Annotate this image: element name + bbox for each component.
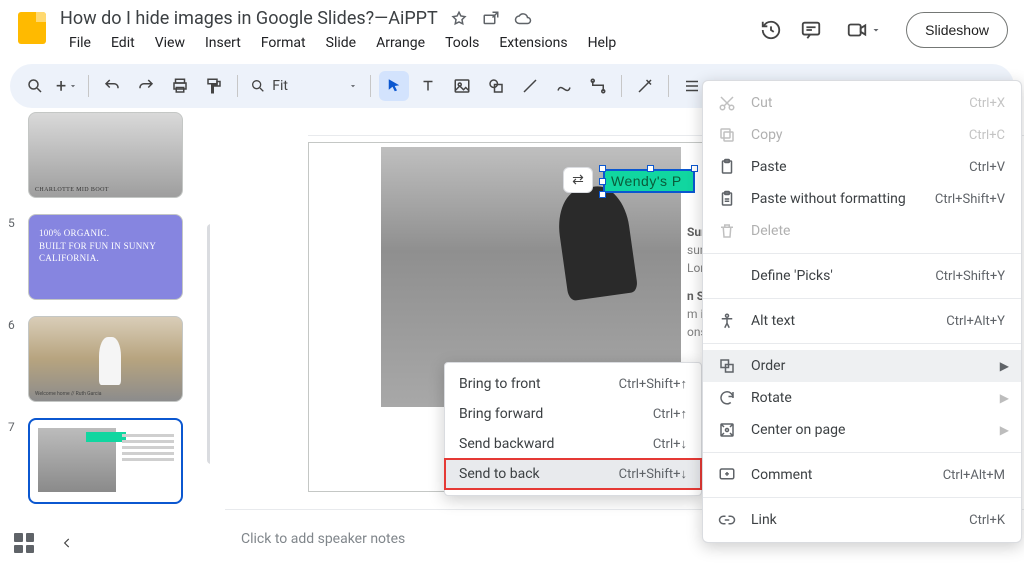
delete-icon bbox=[717, 221, 737, 241]
ctx-paste[interactable]: Paste Ctrl+V bbox=[703, 151, 1021, 183]
accessibility-icon bbox=[717, 311, 737, 331]
swap-image-icon[interactable]: ⇄ bbox=[563, 167, 593, 193]
menu-file[interactable]: File bbox=[60, 31, 100, 55]
link-icon bbox=[717, 510, 737, 530]
ctx-link[interactable]: Link Ctrl+K bbox=[703, 504, 1021, 536]
menu-edit[interactable]: Edit bbox=[102, 31, 144, 55]
order-icon bbox=[717, 356, 737, 376]
cloud-status-icon[interactable] bbox=[514, 10, 532, 28]
slide-number: 5 bbox=[8, 214, 20, 230]
comment-icon bbox=[717, 465, 737, 485]
select-tool-icon[interactable] bbox=[379, 71, 409, 101]
thumbnail-7[interactable] bbox=[28, 418, 183, 504]
submenu-bring-forward[interactable]: Bring forward Ctrl+↑ bbox=[445, 399, 701, 429]
menu-view[interactable]: View bbox=[146, 31, 194, 55]
menu-format[interactable]: Format bbox=[252, 31, 315, 55]
submenu-bring-to-front[interactable]: Bring to front Ctrl+Shift+↑ bbox=[445, 369, 701, 399]
center-icon bbox=[717, 420, 737, 440]
move-icon[interactable] bbox=[482, 10, 500, 28]
text-box-icon[interactable] bbox=[413, 71, 443, 101]
redo-icon[interactable] bbox=[131, 71, 161, 101]
ctx-copy[interactable]: Copy Ctrl+C bbox=[703, 119, 1021, 151]
rotate-icon bbox=[717, 388, 737, 408]
search-menus-icon[interactable] bbox=[20, 71, 50, 101]
copy-icon bbox=[717, 125, 737, 145]
slide-number bbox=[8, 112, 20, 114]
ctx-paste-no-format[interactable]: Paste without formatting Ctrl+Shift+V bbox=[703, 183, 1021, 215]
ctx-order[interactable]: Order ▶ bbox=[703, 350, 1021, 382]
ctx-center[interactable]: Center on page ▶ bbox=[703, 414, 1021, 446]
star-icon[interactable] bbox=[450, 10, 468, 28]
slide-number: 7 bbox=[8, 418, 20, 434]
comments-icon[interactable] bbox=[800, 19, 822, 41]
curve-icon[interactable] bbox=[549, 71, 579, 101]
ctx-comment[interactable]: Comment Ctrl+Alt+M bbox=[703, 459, 1021, 491]
ctx-define[interactable]: Define 'Picks' Ctrl+Shift+Y bbox=[703, 260, 1021, 292]
header: How do I hide images in Google Slides?—A… bbox=[0, 0, 1024, 64]
thumbnail-4[interactable]: Charlotte Mid Boot bbox=[28, 112, 183, 198]
order-submenu: Bring to front Ctrl+Shift+↑ Bring forwar… bbox=[444, 362, 702, 496]
menu-extensions[interactable]: Extensions bbox=[490, 31, 576, 55]
paint-format-icon[interactable] bbox=[199, 71, 229, 101]
connector-icon[interactable] bbox=[583, 71, 613, 101]
meet-button[interactable] bbox=[840, 15, 888, 45]
submenu-arrow-icon: ▶ bbox=[1000, 359, 1009, 373]
ctx-cut[interactable]: Cut Ctrl+X bbox=[703, 87, 1021, 119]
prev-slide-icon[interactable] bbox=[60, 536, 74, 550]
menubar: File Edit View Insert Format Slide Arran… bbox=[60, 31, 760, 55]
ctx-rotate[interactable]: Rotate ▶ bbox=[703, 382, 1021, 414]
edit-points-icon[interactable] bbox=[630, 71, 660, 101]
print-icon[interactable] bbox=[165, 71, 195, 101]
zoom-label: Fit bbox=[272, 78, 288, 94]
zoom-control[interactable]: Fit bbox=[246, 78, 362, 94]
menu-insert[interactable]: Insert bbox=[196, 31, 250, 55]
line-icon[interactable] bbox=[515, 71, 545, 101]
image-icon[interactable] bbox=[447, 71, 477, 101]
menu-tools[interactable]: Tools bbox=[436, 31, 488, 55]
slide-number: 6 bbox=[8, 316, 20, 332]
menu-help[interactable]: Help bbox=[579, 31, 626, 55]
menu-arrange[interactable]: Arrange bbox=[367, 31, 434, 55]
history-icon[interactable] bbox=[760, 19, 782, 41]
paste-plain-icon bbox=[717, 189, 737, 209]
context-menu: Cut Ctrl+X Copy Ctrl+C Paste Ctrl+V Past… bbox=[702, 80, 1022, 543]
slides-logo[interactable] bbox=[14, 10, 50, 46]
submenu-send-backward[interactable]: Send backward Ctrl+↓ bbox=[445, 429, 701, 459]
thumbnail-6[interactable]: Welcome home // Ruth Garcia bbox=[28, 316, 183, 402]
undo-icon[interactable] bbox=[97, 71, 127, 101]
grid-view-icon[interactable] bbox=[14, 533, 34, 553]
filmstrip[interactable]: Charlotte Mid Boot 5 100% organic. Built… bbox=[0, 108, 210, 567]
submenu-send-to-back[interactable]: Send to back Ctrl+Shift+↓ bbox=[445, 459, 701, 489]
slideshow-button[interactable]: Slideshow bbox=[906, 12, 1008, 48]
shape-icon[interactable] bbox=[481, 71, 511, 101]
slide-title-box[interactable]: Wendy's P bbox=[603, 169, 695, 193]
thumbnail-5[interactable]: 100% organic. Built for fun in sunny Cal… bbox=[28, 214, 183, 300]
doc-title[interactable]: How do I hide images in Google Slides?—A… bbox=[60, 8, 438, 29]
ctx-delete[interactable]: Delete bbox=[703, 215, 1021, 247]
cut-icon bbox=[717, 93, 737, 113]
menu-slide[interactable]: Slide bbox=[317, 31, 365, 55]
paste-icon bbox=[717, 157, 737, 177]
ctx-alt-text[interactable]: Alt text Ctrl+Alt+Y bbox=[703, 305, 1021, 337]
new-slide-button[interactable]: + bbox=[54, 71, 80, 101]
submenu-arrow-icon: ▶ bbox=[1000, 423, 1009, 437]
submenu-arrow-icon: ▶ bbox=[1000, 391, 1009, 405]
